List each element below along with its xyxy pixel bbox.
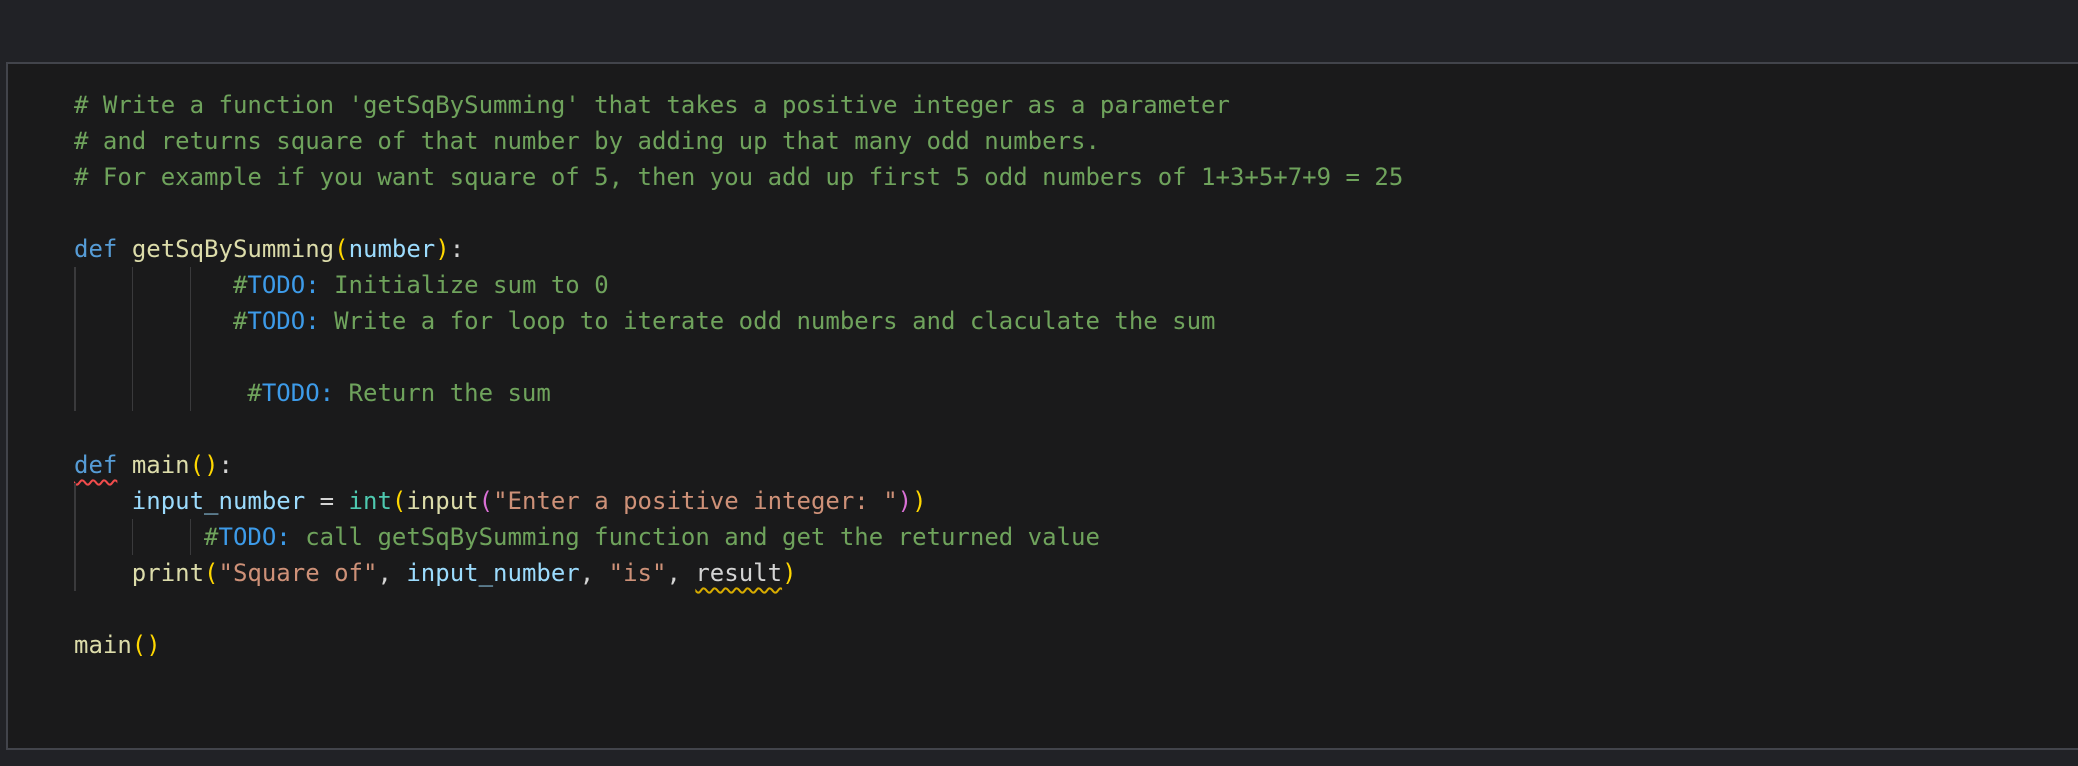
code-text: #TODO: Write a for loop to iterate odd n… bbox=[74, 307, 1216, 335]
code-text: #TODO: Initialize sum to 0 bbox=[74, 271, 609, 299]
code-token: ) bbox=[912, 487, 927, 515]
code-line[interactable]: # and returns square of that number by a… bbox=[74, 123, 2078, 159]
code-token: "Square of" bbox=[218, 559, 378, 587]
code-line[interactable]: print("Square of", input_number, "is", r… bbox=[74, 555, 2078, 591]
code-token: , bbox=[377, 559, 407, 587]
code-text: main() bbox=[74, 631, 161, 659]
code-line[interactable] bbox=[74, 339, 2078, 375]
indent-guide bbox=[189, 339, 192, 375]
code-token: "Enter a positive integer: " bbox=[493, 487, 898, 515]
code-token: = bbox=[305, 487, 349, 515]
code-token: ) bbox=[146, 631, 161, 659]
code-token: input_number bbox=[406, 559, 580, 587]
code-line[interactable]: #TODO: call getSqBySumming function and … bbox=[74, 519, 2078, 555]
code-text: #TODO: call getSqBySumming function and … bbox=[74, 523, 1100, 551]
code-text: print("Square of", input_number, "is", r… bbox=[74, 559, 797, 587]
code-token: ( bbox=[391, 487, 407, 515]
code-token: number bbox=[348, 235, 436, 263]
code-line[interactable]: main() bbox=[74, 627, 2078, 663]
code-token: def bbox=[74, 235, 118, 263]
code-token: TODO: bbox=[247, 271, 320, 299]
code-line[interactable]: #TODO: Initialize sum to 0 bbox=[74, 267, 2078, 303]
code-token: # bbox=[232, 271, 248, 299]
editor-panel: # Write a function 'getSqBySumming' that… bbox=[6, 62, 2078, 750]
code-token: "is" bbox=[608, 559, 667, 587]
code-token: ) bbox=[782, 559, 797, 587]
code-token: call getSqBySumming function and get the… bbox=[290, 523, 1100, 551]
code-token: print bbox=[131, 559, 205, 587]
code-line[interactable]: def getSqBySumming(number): bbox=[74, 231, 2078, 267]
code-line[interactable]: def main(): bbox=[74, 447, 2078, 483]
code-line[interactable]: #TODO: Write a for loop to iterate odd n… bbox=[74, 303, 2078, 339]
code-token: : bbox=[218, 451, 233, 479]
code-token: , bbox=[579, 559, 609, 587]
code-token: ( bbox=[131, 631, 147, 659]
code-token: , bbox=[666, 559, 696, 587]
code-token: ) bbox=[897, 487, 913, 515]
code-token: # and returns square of that number by a… bbox=[74, 127, 1100, 155]
code-token: int bbox=[348, 487, 392, 515]
code-text: # and returns square of that number by a… bbox=[74, 127, 1100, 155]
code-token: def bbox=[74, 451, 118, 479]
code-token: Return the sum bbox=[334, 379, 551, 407]
code-text: # Write a function 'getSqBySumming' that… bbox=[74, 91, 1230, 119]
code-token: # bbox=[247, 379, 262, 407]
code-token: Initialize sum to 0 bbox=[319, 271, 609, 299]
indent-guide bbox=[74, 339, 76, 375]
code-line[interactable]: input_number = int(input("Enter a positi… bbox=[74, 483, 2078, 519]
code-line[interactable]: # For example if you want square of 5, t… bbox=[74, 159, 2078, 195]
code-token: # bbox=[232, 307, 248, 335]
code-token: ( bbox=[334, 235, 349, 263]
code-token: ) bbox=[435, 235, 450, 263]
code-text: input_number = int(input("Enter a positi… bbox=[74, 487, 927, 515]
code-token: # bbox=[204, 523, 219, 551]
code-token: result bbox=[695, 559, 783, 587]
code-token: input bbox=[406, 487, 479, 515]
code-text: # For example if you want square of 5, t… bbox=[74, 163, 1403, 191]
code-line[interactable] bbox=[74, 591, 2078, 627]
code-token: # Write a function 'getSqBySumming' that… bbox=[74, 91, 1230, 119]
code-token: # For example if you want square of 5, t… bbox=[74, 163, 1404, 191]
code-line[interactable] bbox=[74, 195, 2078, 231]
code-token: TODO: bbox=[218, 523, 291, 551]
code-text: def main(): bbox=[74, 451, 233, 479]
code-token: Write a for loop to iterate odd numbers … bbox=[319, 307, 1216, 335]
code-token: : bbox=[449, 235, 465, 263]
indent-guide bbox=[131, 339, 134, 375]
code-token: ) bbox=[204, 451, 219, 479]
code-token: ( bbox=[189, 451, 205, 479]
code-token: TODO: bbox=[247, 307, 320, 335]
code-token: input_number bbox=[131, 487, 306, 515]
code-token: TODO: bbox=[261, 379, 335, 407]
code-token: getSqBySumming bbox=[131, 235, 335, 263]
code-token: ( bbox=[204, 559, 219, 587]
code-token: main bbox=[131, 451, 190, 479]
code-editor[interactable]: # Write a function 'getSqBySumming' that… bbox=[8, 64, 2078, 748]
code-token: main bbox=[74, 631, 132, 659]
code-line[interactable]: # Write a function 'getSqBySumming' that… bbox=[74, 87, 2078, 123]
code-token: ( bbox=[478, 487, 494, 515]
code-line[interactable] bbox=[74, 411, 2078, 447]
code-text: def getSqBySumming(number): bbox=[74, 235, 464, 263]
code-text: #TODO: Return the sum bbox=[74, 379, 551, 407]
code-line[interactable]: #TODO: Return the sum bbox=[74, 375, 2078, 411]
